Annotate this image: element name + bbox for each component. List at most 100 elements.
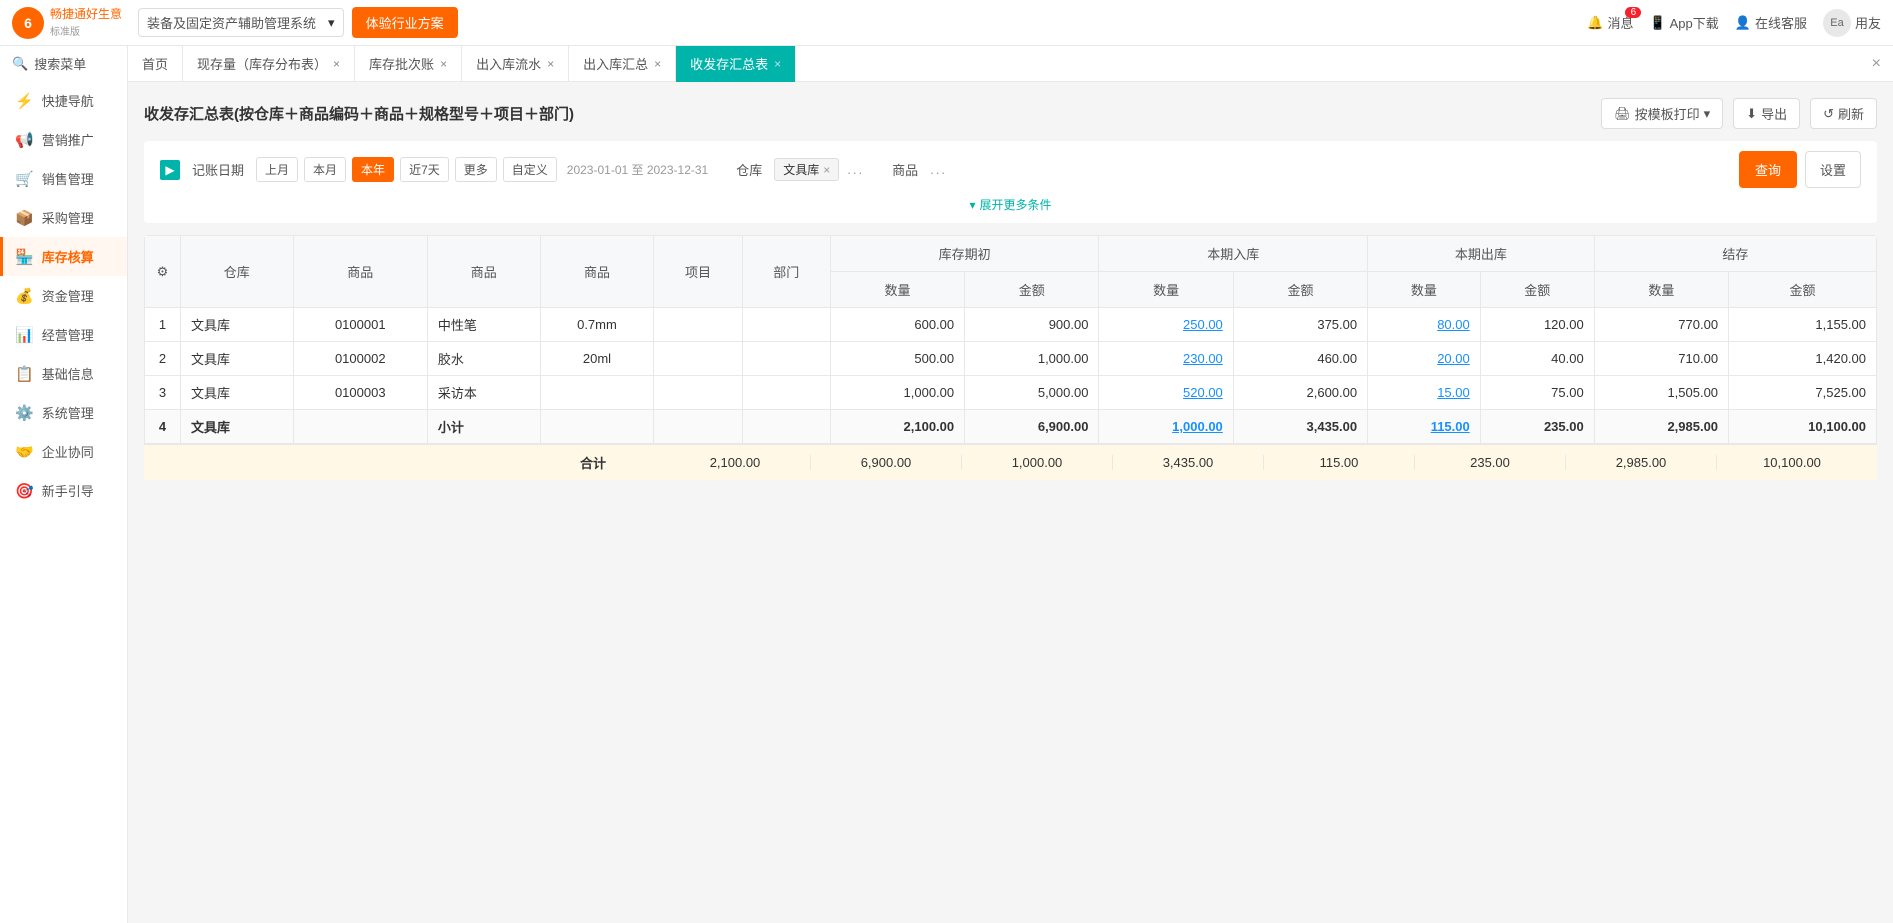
data-table: ⚙ 仓库 商品 商品 商品 项目 部门 库存期初 本期入库 本期出库 结存 [144,235,1877,444]
tab-batch[interactable]: 库存批次账 × [355,46,462,82]
tab-win-close-btn[interactable]: × [1860,55,1893,73]
tab-summary-close[interactable]: × [654,57,661,71]
sidebar-item-marketing[interactable]: 📢 营销推广 [0,120,127,159]
filter-btn-this-month[interactable]: 本月 [304,157,346,182]
demo-btn[interactable]: 体验行业方案 [352,7,458,38]
purchase-icon: 📦 [15,209,34,227]
product-filter-dots[interactable]: ... [930,162,947,177]
logo-area: 6 畅捷通好生意 标准版 [12,7,122,39]
refresh-btn[interactable]: ↺ 刷新 [1810,98,1877,129]
filter-card: ▶ 记账日期 上月 本月 本年 近7天 更多 自定义 2023-01-01 至 … [144,141,1877,223]
sidebar-item-sales[interactable]: 🛒 销售管理 [0,159,127,198]
sidebar-item-guide[interactable]: 🎯 新手引导 [0,471,127,510]
app-wrapper: 6 畅捷通好生意 标准版 装备及固定资产辅助管理系统 ▾ 体验行业方案 🔔 6 … [0,0,1893,923]
filter-btn-custom[interactable]: 自定义 [503,157,557,182]
row-no: 3 [145,376,181,410]
row-warehouse: 文具库 [181,410,294,444]
sidebar: 🔍 搜索菜单 ⚡ 快捷导航 📢 营销推广 🛒 销售管理 📦 采购管理 🏪 [0,46,128,923]
finance-icon: 💰 [15,287,34,305]
filter-btn-this-year[interactable]: 本年 [352,157,394,182]
tab-collect-summary-close[interactable]: × [774,57,781,71]
filter-btn-7days[interactable]: 近7天 [400,157,449,182]
total-out-amt: 235.00 [1415,455,1566,470]
bell-icon: 🔔 [1587,15,1603,31]
table-col-in-qty: 数量 [1099,272,1233,308]
filter-btn-more[interactable]: 更多 [455,157,497,182]
table-col-out-header: 本期出库 [1368,236,1595,272]
row-product-name: 胶水 [427,342,540,376]
expand-more-btn[interactable]: ▾ 展开更多条件 [160,196,1861,213]
row-in-qty[interactable]: 250.00 [1099,308,1233,342]
app-download-label: App下载 [1670,13,1719,32]
tab-bar: 首页 现存量（库存分布表） × 库存批次账 × 出入库流水 × 出入库汇总 × [128,46,1893,82]
export-btn[interactable]: ⬇ 导出 [1733,98,1800,129]
sidebar-item-system[interactable]: ⚙️ 系统管理 [0,393,127,432]
row-in-qty[interactable]: 230.00 [1099,342,1233,376]
row-product-code: 0100002 [293,342,427,376]
sales-icon: 🛒 [15,170,34,188]
table-col-opening-qty: 数量 [830,272,964,308]
tab-summary[interactable]: 出入库汇总 × [569,46,676,82]
date-filter-label: 记账日期 [192,160,244,179]
row-product-name: 小计 [427,410,540,444]
online-service-btn[interactable]: 👤 在线客服 [1735,13,1807,32]
row-out-amt: 120.00 [1480,308,1594,342]
sidebar-item-basic[interactable]: 📋 基础信息 [0,354,127,393]
collapse-btn[interactable]: ▶ [160,160,180,180]
table-col-in-amt: 金额 [1233,272,1367,308]
total-out-qty: 115.00 [1264,455,1415,470]
table-col-settings[interactable]: ⚙ [145,236,181,308]
row-in-qty[interactable]: 1,000.00 [1099,410,1233,444]
notification-btn[interactable]: 🔔 6 消息 [1587,13,1633,32]
row-opening-amt: 5,000.00 [965,376,1099,410]
table-row: 1文具库0100001中性笔0.7mm600.00900.00250.00375… [145,308,1877,342]
row-out-qty[interactable]: 80.00 [1368,308,1481,342]
guide-icon: 🎯 [15,482,34,500]
system-name: 装备及固定资产辅助管理系统 [147,13,316,32]
query-btn[interactable]: 查询 [1739,151,1797,188]
system-name-dropdown[interactable]: 装备及固定资产辅助管理系统 ▾ [138,8,344,37]
tab-inventory-dist[interactable]: 现存量（库存分布表） × [183,46,355,82]
avatar: Ea [1823,9,1851,37]
user-btn[interactable]: Ea 用友 [1823,9,1881,37]
tab-collect-summary[interactable]: 收发存汇总表 × [676,46,796,82]
tab-batch-close[interactable]: × [440,57,447,71]
sidebar-item-operations-label: 经营管理 [42,325,94,344]
tab-flow[interactable]: 出入库流水 × [462,46,569,82]
row-opening-amt: 1,000.00 [965,342,1099,376]
page-actions: 🖨 按模板打印 ▾ ⬇ 导出 ↺ 刷新 [1601,98,1877,129]
sidebar-item-operations[interactable]: 📊 经营管理 [0,315,127,354]
row-opening-qty: 1,000.00 [830,376,964,410]
row-product-code: 0100001 [293,308,427,342]
sidebar-item-finance[interactable]: 💰 资金管理 [0,276,127,315]
service-icon: 👤 [1735,15,1751,31]
search-menu-btn[interactable]: 🔍 搜索菜单 [0,46,127,81]
filter-settings-btn[interactable]: 设置 [1805,151,1861,188]
row-product-code: 0100003 [293,376,427,410]
sidebar-item-collab[interactable]: 🤝 企业协同 [0,432,127,471]
sidebar-item-inventory[interactable]: 🏪 库存核算 [0,237,127,276]
logo-tag: 标准版 [50,23,122,38]
row-department [742,308,830,342]
page-header: 收发存汇总表(按仓库＋商品编码＋商品＋规格型号＋项目＋部门) 🖨 按模板打印 ▾… [144,98,1877,129]
filter-btn-last-month[interactable]: 上月 [256,157,298,182]
row-product-name: 中性笔 [427,308,540,342]
collab-icon: 🤝 [15,443,34,461]
print-btn[interactable]: 🖨 按模板打印 ▾ [1601,98,1723,129]
row-in-qty[interactable]: 520.00 [1099,376,1233,410]
tab-flow-close[interactable]: × [547,57,554,71]
sidebar-item-quicknav[interactable]: ⚡ 快捷导航 [0,81,127,120]
table-col-dept-header: 部门 [742,236,830,308]
tab-inventory-dist-close[interactable]: × [333,57,340,71]
row-no: 2 [145,342,181,376]
warehouse-tag-remove[interactable]: × [823,163,830,177]
row-out-qty[interactable]: 15.00 [1368,376,1481,410]
warehouse-filter-dots[interactable]: ... [847,162,864,177]
sidebar-item-purchase[interactable]: 📦 采购管理 [0,198,127,237]
row-out-qty[interactable]: 115.00 [1368,410,1481,444]
row-out-qty[interactable]: 20.00 [1368,342,1481,376]
table-col-opening-header: 库存期初 [830,236,1099,272]
query-action-group: 查询 设置 [1739,151,1861,188]
tab-home[interactable]: 首页 [128,46,183,82]
app-download-btn[interactable]: 📱 App下载 [1649,13,1718,32]
